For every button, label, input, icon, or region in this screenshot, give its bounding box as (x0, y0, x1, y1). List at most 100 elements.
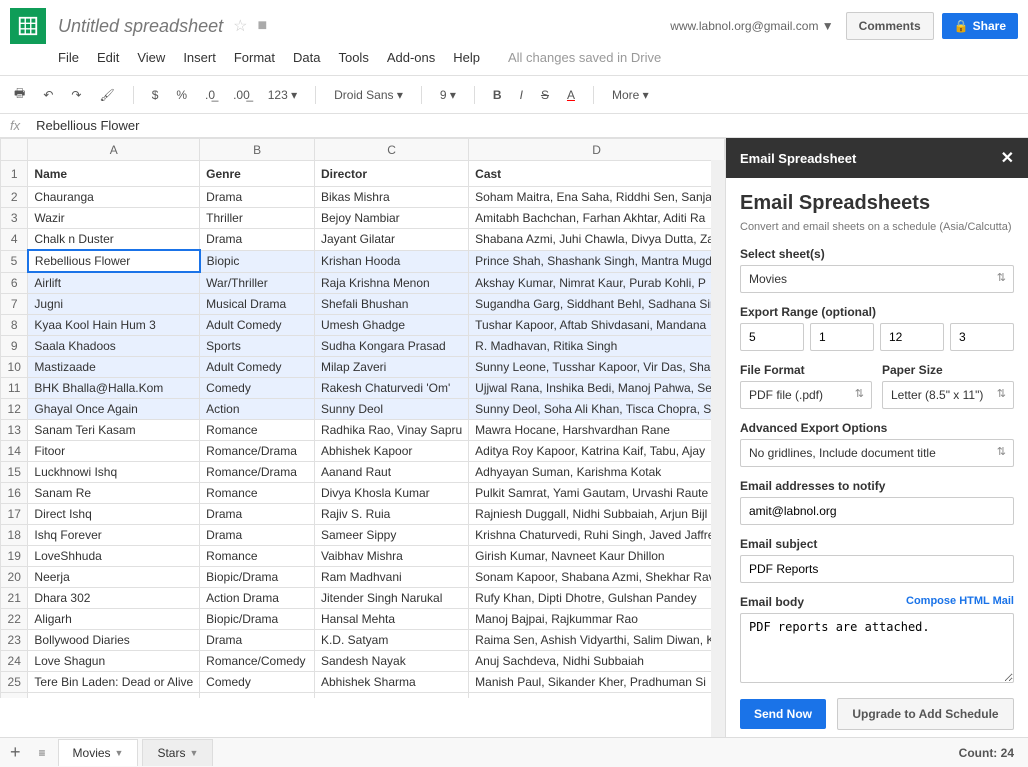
cell[interactable]: Manish Paul, Sikander Kher, Pradhuman Si (469, 672, 725, 693)
menu-data[interactable]: Data (293, 50, 320, 65)
cell[interactable]: Love Shagun (28, 651, 200, 672)
col-header-A[interactable]: A (28, 139, 200, 161)
email-addresses-input[interactable] (740, 497, 1014, 525)
cell[interactable]: Romance (200, 420, 315, 441)
row-header-24[interactable]: 24 (1, 651, 28, 672)
cell[interactable]: Sameer Sippy (314, 525, 468, 546)
cell[interactable]: Action Drama (200, 588, 315, 609)
menu-addons[interactable]: Add-ons (387, 50, 435, 65)
cell[interactable]: Romance/Drama (200, 441, 315, 462)
menu-view[interactable]: View (137, 50, 165, 65)
cell[interactable]: Ram Madhvani (314, 567, 468, 588)
range-input-2[interactable] (810, 323, 874, 351)
cell[interactable]: Zubaan (28, 693, 200, 699)
row-header-12[interactable]: 12 (1, 399, 28, 420)
select-sheets[interactable]: Movies (740, 265, 1014, 293)
row-header-5[interactable]: 5 (1, 250, 28, 272)
cell[interactable]: Tushar Kapoor, Aftab Shivdasani, Mandana (469, 315, 725, 336)
row-header-11[interactable]: 11 (1, 378, 28, 399)
menu-help[interactable]: Help (453, 50, 480, 65)
menu-edit[interactable]: Edit (97, 50, 119, 65)
upgrade-button[interactable]: Upgrade to Add Schedule (837, 698, 1013, 730)
redo-icon[interactable]: ↷ (67, 86, 85, 104)
decimal-decrease-icon[interactable]: .0̲ (201, 86, 219, 104)
cell[interactable]: Fitoor (28, 441, 200, 462)
cell[interactable]: Jitender Singh Narukal (314, 588, 468, 609)
cell[interactable]: R. Madhavan, Ritika Singh (469, 336, 725, 357)
cell[interactable]: Bollywood Diaries (28, 630, 200, 651)
cell[interactable]: Biopic/Drama (200, 609, 315, 630)
range-input-4[interactable] (950, 323, 1014, 351)
email-body-textarea[interactable]: PDF reports are attached. (740, 613, 1014, 683)
cell[interactable]: Sugandha Garg, Siddhant Behl, Sadhana Si… (469, 294, 725, 315)
row-header-6[interactable]: 6 (1, 272, 28, 294)
row-header-18[interactable]: 18 (1, 525, 28, 546)
cell[interactable]: Ujjwal Rana, Inshika Bedi, Manoj Pahwa, … (469, 378, 725, 399)
menu-file[interactable]: File (58, 50, 79, 65)
row-header-21[interactable]: 21 (1, 588, 28, 609)
cell[interactable]: Thriller (200, 208, 315, 229)
row-header-15[interactable]: 15 (1, 462, 28, 483)
cell[interactable]: Abhishek Sharma (314, 672, 468, 693)
cell[interactable]: Sudha Kongara Prasad (314, 336, 468, 357)
cell[interactable]: Amitabh Bachchan, Farhan Akhtar, Aditi R… (469, 208, 725, 229)
print-icon[interactable]: 🖶 (10, 82, 29, 107)
font-select[interactable]: Droid Sans ▾ (330, 86, 407, 104)
cell[interactable]: Mastizaade (28, 357, 200, 378)
bold-icon[interactable]: B (489, 86, 506, 104)
cell[interactable]: Biopic (200, 250, 315, 272)
row-header-9[interactable]: 9 (1, 336, 28, 357)
cell[interactable]: LoveShhuda (28, 546, 200, 567)
cell[interactable]: Hansal Mehta (314, 609, 468, 630)
cell[interactable]: Mozez Singh (314, 693, 468, 699)
compose-html-link[interactable]: Compose HTML Mail (906, 595, 1014, 607)
cell[interactable]: Biopic/Drama (200, 567, 315, 588)
cell[interactable]: Prince Shah, Shashank Singh, Mantra Mugd (469, 250, 725, 272)
cell[interactable]: Adhyayan Suman, Karishma Kotak (469, 462, 725, 483)
row-header-14[interactable]: 14 (1, 441, 28, 462)
cell[interactable]: Adult Comedy (200, 315, 315, 336)
cell[interactable]: Akshay Kumar, Nimrat Kaur, Purab Kohli, … (469, 272, 725, 294)
menu-insert[interactable]: Insert (183, 50, 216, 65)
cell[interactable]: Krishna Chaturvedi, Ruhi Singh, Javed Ja… (469, 525, 725, 546)
formula-bar[interactable]: fx Rebellious Flower (0, 114, 1028, 138)
paint-format-icon[interactable]: 🖌 (95, 86, 118, 104)
cell[interactable]: Mawra Hocane, Harshvardhan Rane (469, 420, 725, 441)
cell[interactable]: BHK Bhalla@Halla.Kom (28, 378, 200, 399)
row-header-23[interactable]: 23 (1, 630, 28, 651)
menu-format[interactable]: Format (234, 50, 275, 65)
cell[interactable]: Manoj Bajpai, Rajkummar Rao (469, 609, 725, 630)
sheets-logo[interactable] (10, 8, 46, 44)
cell[interactable]: Bejoy Nambiar (314, 208, 468, 229)
row-header-7[interactable]: 7 (1, 294, 28, 315)
row-header-3[interactable]: 3 (1, 208, 28, 229)
cell[interactable]: Sports (200, 336, 315, 357)
send-now-button[interactable]: Send Now (740, 699, 826, 729)
file-format-select[interactable]: PDF file (.pdf) (740, 381, 872, 409)
header-cell[interactable]: Name (28, 161, 200, 187)
cell[interactable]: Rajiv S. Ruia (314, 504, 468, 525)
cell[interactable]: Sanam Re (28, 483, 200, 504)
font-size[interactable]: 9 ▾ (436, 86, 460, 104)
cell[interactable]: Shabana Azmi, Juhi Chawla, Divya Dutta, … (469, 229, 725, 251)
cell[interactable]: Umesh Ghadge (314, 315, 468, 336)
cell[interactable]: Comedy (200, 378, 315, 399)
cell[interactable]: Rakesh Chaturvedi 'Om' (314, 378, 468, 399)
chevron-down-icon[interactable]: ▼ (115, 748, 124, 758)
currency-icon[interactable]: $ (148, 86, 163, 104)
selection-count[interactable]: Count: 24 (959, 746, 1014, 760)
cell[interactable]: Wazir (28, 208, 200, 229)
cell[interactable]: Dhara 302 (28, 588, 200, 609)
cell[interactable]: Drama (200, 693, 315, 699)
cell[interactable]: Saala Khadoos (28, 336, 200, 357)
row-header-1[interactable]: 1 (1, 161, 28, 187)
cell[interactable]: Rufy Khan, Dipti Dhotre, Gulshan Pandey (469, 588, 725, 609)
header-cell[interactable]: Genre (200, 161, 315, 187)
share-button[interactable]: 🔒 Share (942, 13, 1018, 39)
number-format[interactable]: 123 ▾ (264, 86, 301, 104)
cell[interactable]: Ishq Forever (28, 525, 200, 546)
col-header-B[interactable]: B (200, 139, 315, 161)
select-all-cell[interactable] (1, 139, 28, 161)
row-header-16[interactable]: 16 (1, 483, 28, 504)
tab-stars[interactable]: Stars▼ (142, 739, 213, 766)
